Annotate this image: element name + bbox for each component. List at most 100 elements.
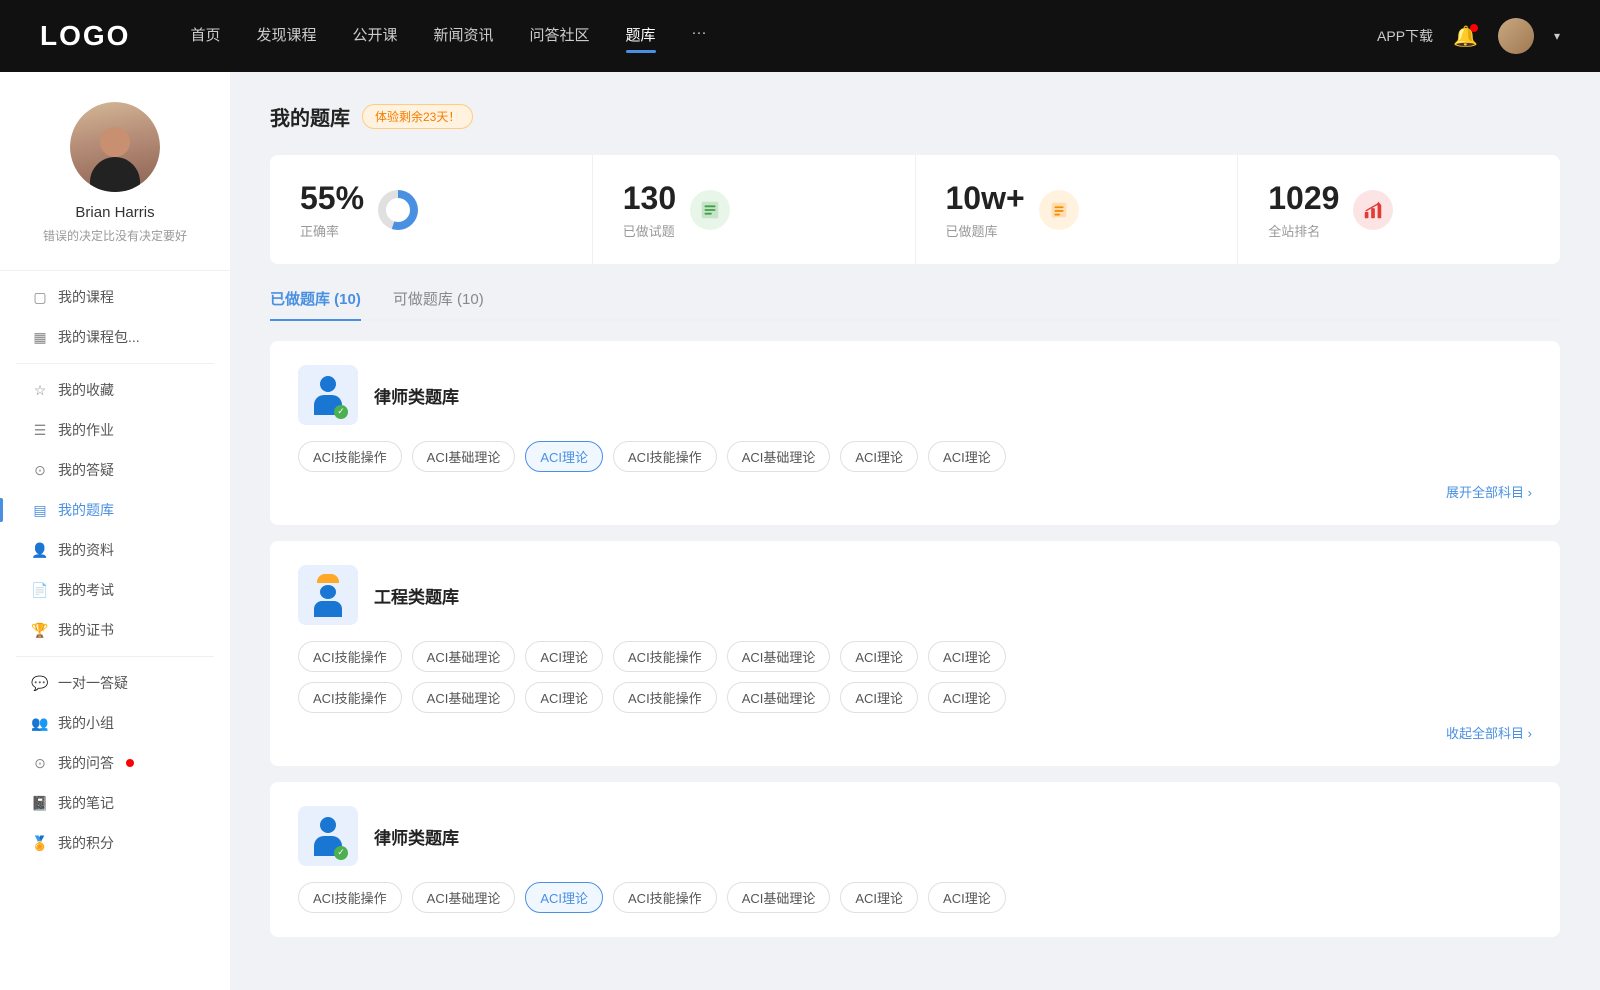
nav-more[interactable]: ··· [692,24,707,49]
app-download-button[interactable]: APP下载 [1377,26,1433,46]
sidebar-item-qbank-label: 我的题库 [58,500,114,520]
tag-3-4[interactable]: ACI技能操作 [613,882,717,913]
lawyer-icon-1: ✓ [298,365,358,425]
sidebar-item-coursepack[interactable]: ▦ 我的课程包... [16,317,214,357]
nav-qa[interactable]: 问答社区 [530,24,590,49]
tag-1-5[interactable]: ACI基础理论 [727,441,831,472]
stat-rank: 1029 全站排名 [1238,155,1560,264]
stat-accuracy-value: 55% [300,179,364,217]
sidebar-item-1on1-label: 一对一答疑 [58,673,128,693]
stat-banks-text: 10w+ 已做题库 [946,179,1025,240]
tag-3-1[interactable]: ACI技能操作 [298,882,402,913]
sidebar-motto: 错误的决定比没有决定要好 [23,227,207,244]
qbank-card-lawyer-2-header: ✓ 律师类题库 [298,806,1532,866]
homework-icon: ☰ [32,422,48,438]
stat-banks-value: 10w+ [946,179,1025,217]
tag-1-7[interactable]: ACI理论 [928,441,1006,472]
tag-2-14[interactable]: ACI理论 [928,682,1006,713]
qbank-icon: ▤ [32,502,48,518]
sidebar-username: Brian Harris [75,204,154,221]
tag-2-5[interactable]: ACI基础理论 [727,641,831,672]
tag-1-2[interactable]: ACI基础理论 [412,441,516,472]
cert-icon: 🏆 [32,622,48,638]
qbank-tags-engineer-row2: ACI技能操作 ACI基础理论 ACI理论 ACI技能操作 ACI基础理论 AC… [298,682,1532,713]
lawyer-check-2: ✓ [334,846,348,860]
sidebar-item-myqa[interactable]: ⊙ 我的问答 [16,743,214,783]
tag-2-12[interactable]: ACI基础理论 [727,682,831,713]
tag-2-11[interactable]: ACI技能操作 [613,682,717,713]
navbar-right: APP下载 🔔 ▾ [1377,18,1560,54]
nav-news[interactable]: 新闻资讯 [434,24,494,49]
sidebar-item-exam[interactable]: 📄 我的考试 [16,570,214,610]
qbank-tags-lawyer-1: ACI技能操作 ACI基础理论 ACI理论 ACI技能操作 ACI基础理论 AC… [298,441,1532,472]
sidebar-item-profile-label: 我的资料 [58,540,114,560]
collapse-btn-2[interactable]: 收起全部科目 › [298,723,1532,742]
qbank-title-engineer: 工程类题库 [374,583,459,608]
tag-2-7[interactable]: ACI理论 [928,641,1006,672]
tag-3-6[interactable]: ACI理论 [840,882,918,913]
sidebar-item-mycourse[interactable]: ▢ 我的课程 [16,277,214,317]
tag-1-6[interactable]: ACI理论 [840,441,918,472]
stat-accuracy: 55% 正确率 [270,155,593,264]
main-nav: 首页 发现课程 公开课 新闻资讯 问答社区 题库 ··· [190,24,1337,49]
tab-available[interactable]: 可做题库 (10) [393,288,484,319]
sidebar-item-qbank[interactable]: ▤ 我的题库 [16,490,214,530]
rank-icon [1353,190,1393,230]
nav-open-course[interactable]: 公开课 [352,24,397,49]
tag-3-5[interactable]: ACI基础理论 [727,882,831,913]
notification-dot [1470,24,1478,32]
sidebar-item-qa[interactable]: ⊙ 我的答疑 [16,450,214,490]
notification-bell-icon[interactable]: 🔔 [1453,24,1478,49]
sidebar-item-points[interactable]: 🏅 我的积分 [16,823,214,863]
qbank-title-lawyer-1: 律师类题库 [374,383,459,408]
nav-discover[interactable]: 发现课程 [256,24,316,49]
notes-icon: 📓 [32,795,48,811]
qbank-tags-engineer-row1: ACI技能操作 ACI基础理论 ACI理论 ACI技能操作 ACI基础理论 AC… [298,641,1532,672]
sidebar-item-cert[interactable]: 🏆 我的证书 [16,610,214,650]
banks-icon [1039,190,1079,230]
tag-1-3[interactable]: ACI理论 [525,441,603,472]
tag-2-13[interactable]: ACI理论 [840,682,918,713]
myqa-icon: ⊙ [32,755,48,771]
expand-btn-1[interactable]: 展开全部科目 › [298,482,1532,501]
sidebar-item-homework[interactable]: ☰ 我的作业 [16,410,214,450]
sidebar-item-favorites[interactable]: ☆ 我的收藏 [16,370,214,410]
tag-2-1[interactable]: ACI技能操作 [298,641,402,672]
nav-home[interactable]: 首页 [190,24,220,49]
sidebar-item-1on1[interactable]: 💬 一对一答疑 [16,663,214,703]
tag-3-7[interactable]: ACI理论 [928,882,1006,913]
sidebar-item-profile[interactable]: 👤 我的资料 [16,530,214,570]
sidebar-item-group[interactable]: 👥 我的小组 [16,703,214,743]
exam-icon: 📄 [32,582,48,598]
tag-2-8[interactable]: ACI技能操作 [298,682,402,713]
tag-3-2[interactable]: ACI基础理论 [412,882,516,913]
sidebar-item-notes[interactable]: 📓 我的笔记 [16,783,214,823]
tag-1-1[interactable]: ACI技能操作 [298,441,402,472]
stat-rank-value: 1029 [1268,179,1339,217]
tag-1-4[interactable]: ACI技能操作 [613,441,717,472]
sidebar-item-points-label: 我的积分 [58,833,114,853]
lawyer-body-2: ✓ [314,836,342,856]
sidebar-item-qa-label: 我的答疑 [58,460,114,480]
avatar[interactable] [1498,18,1534,54]
tag-2-6[interactable]: ACI理论 [840,641,918,672]
tag-2-4[interactable]: ACI技能操作 [613,641,717,672]
tag-3-3[interactable]: ACI理论 [525,882,603,913]
sidebar: Brian Harris 错误的决定比没有决定要好 ▢ 我的课程 ▦ 我的课程包… [0,72,230,990]
lawyer-head-2 [320,817,336,833]
tag-2-9[interactable]: ACI基础理论 [412,682,516,713]
tag-2-2[interactable]: ACI基础理论 [412,641,516,672]
sidebar-item-myqa-label: 我的问答 [58,753,114,773]
main-content: 我的题库 体验剩余23天！ 55% 正确率 130 已做试题 [230,72,1600,990]
sidebar-item-coursepack-label: 我的课程包... [58,327,140,347]
tag-2-10[interactable]: ACI理论 [525,682,603,713]
donut-inner [386,198,410,222]
nav-qbank[interactable]: 题库 [626,24,656,49]
tag-2-3[interactable]: ACI理论 [525,641,603,672]
tab-done[interactable]: 已做题库 (10) [270,288,361,319]
qbank-card-lawyer-2: ✓ 律师类题库 ACI技能操作 ACI基础理论 ACI理论 ACI技能操作 AC… [270,782,1560,937]
sidebar-menu: ▢ 我的课程 ▦ 我的课程包... ☆ 我的收藏 ☰ 我的作业 ⊙ 我的答疑 ▤ [0,277,230,863]
user-dropdown-icon[interactable]: ▾ [1554,29,1560,43]
qbank-card-engineer: 工程类题库 ACI技能操作 ACI基础理论 ACI理论 ACI技能操作 ACI基… [270,541,1560,766]
tabs-row: 已做题库 (10) 可做题库 (10) [270,288,1560,321]
